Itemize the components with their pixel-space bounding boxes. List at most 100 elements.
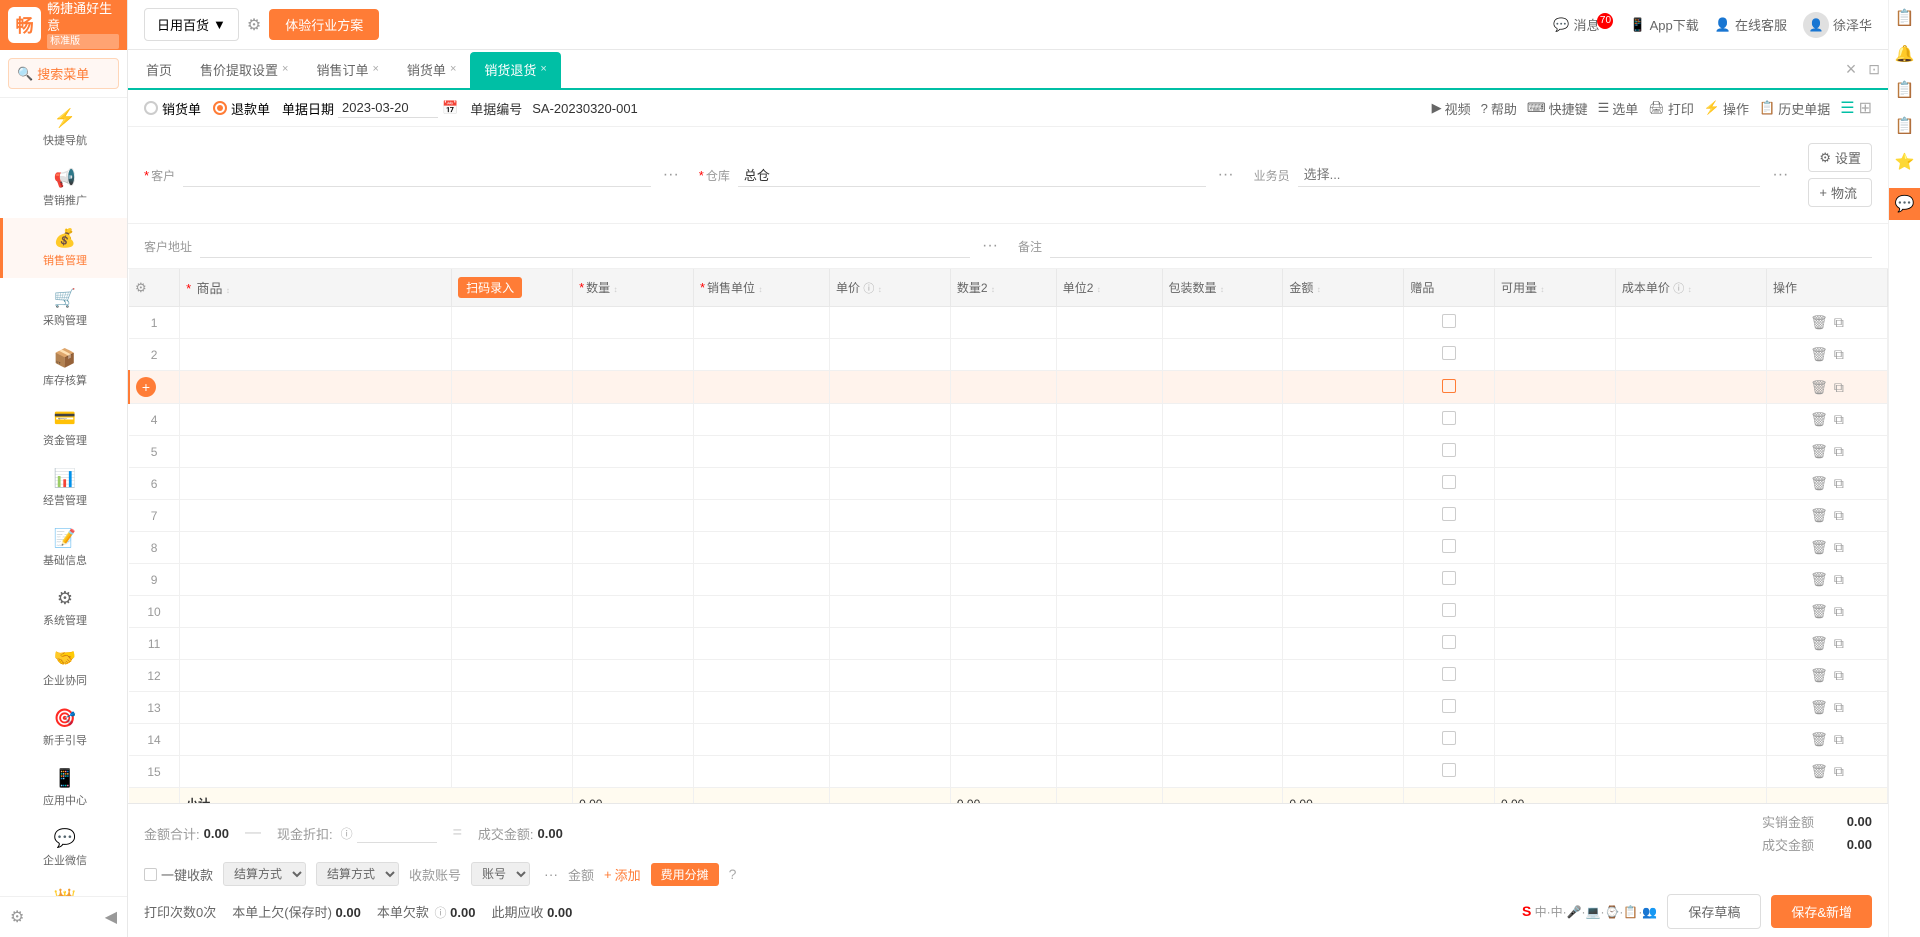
message-button[interactable]: 💬 消息 70 [1553, 15, 1613, 34]
copy-row-icon[interactable]: ⧉ [1834, 475, 1844, 492]
fee-help-icon[interactable]: ? [729, 866, 737, 882]
sidebar-item-guide[interactable]: 🎯 新手引导 [0, 698, 127, 758]
right-panel-icon-2[interactable]: 🔔 [1895, 44, 1915, 64]
settings-bottom-icon[interactable]: ⚙ [10, 907, 24, 927]
calendar-icon[interactable]: 📅 [442, 100, 458, 116]
radio-sales-goods[interactable]: 销货单 [144, 99, 201, 118]
delete-row-icon[interactable]: 🗑 [1810, 667, 1828, 684]
copy-row-icon[interactable]: ⧉ [1834, 603, 1844, 620]
list-view-icon[interactable]: ☰ [1840, 98, 1854, 118]
shortcut-key-button[interactable]: ⌨ 快捷键 [1527, 99, 1588, 118]
sidebar-item-purchase[interactable]: 🛒 采购管理 [0, 278, 127, 338]
warehouse-ellipsis-btn[interactable]: ··· [1218, 166, 1234, 184]
gift-checkbox[interactable] [1442, 763, 1456, 777]
gift-checkbox[interactable] [1442, 411, 1456, 425]
tab-price-settings[interactable]: 售价提取设置 × [186, 52, 302, 89]
gift-checkbox[interactable] [1442, 731, 1456, 745]
delete-row-icon[interactable]: 🗑 [1810, 603, 1828, 620]
gift-checkbox[interactable] [1442, 699, 1456, 713]
delete-row-icon[interactable]: 🗑 [1810, 731, 1828, 748]
gift-checkbox[interactable] [1442, 475, 1456, 489]
gift-checkbox[interactable] [1442, 667, 1456, 681]
sidebar-item-shortcut[interactable]: ⚡ 快捷导航 [0, 98, 127, 158]
warehouse-input[interactable] [738, 163, 1206, 187]
tab-sales-goods[interactable]: 销货单 × [393, 52, 470, 89]
date-input[interactable] [338, 98, 438, 118]
account-ellipsis-btn[interactable]: ··· [544, 866, 558, 882]
right-panel-icon-4[interactable]: 📋 [1895, 116, 1915, 136]
account-select[interactable]: 账号 [471, 862, 530, 886]
app-download-button[interactable]: 📱 App下载 [1629, 15, 1698, 34]
sidebar-item-cooperation[interactable]: 🤝 企业协同 [0, 638, 127, 698]
tab-sales-order-close[interactable]: × [372, 63, 378, 75]
sidebar-item-sales[interactable]: 💰 销售管理 [0, 218, 127, 278]
delete-row-icon[interactable]: 🗑 [1810, 539, 1828, 556]
select-button[interactable]: ☰ 选单 [1598, 99, 1639, 118]
copy-row-icon[interactable]: ⧉ [1834, 667, 1844, 684]
copy-row-icon[interactable]: ⧉ [1834, 346, 1844, 363]
gift-checkbox[interactable] [1442, 603, 1456, 617]
search-menu-button[interactable]: 🔍 搜索菜单 [8, 58, 119, 89]
barcode-input-button[interactable]: 扫码录入 [458, 277, 522, 298]
gift-checkbox[interactable] [1442, 539, 1456, 553]
copy-row-icon[interactable]: ⧉ [1834, 571, 1844, 588]
add-fee-button[interactable]: + 添加 [604, 865, 641, 884]
tab-home[interactable]: 首页 [132, 52, 186, 89]
delete-row-icon[interactable]: 🗑 [1810, 346, 1828, 363]
delete-row-icon[interactable]: 🗑 [1810, 443, 1828, 460]
settlement-method-select[interactable]: 结算方式 [223, 862, 306, 886]
sidebar-item-weixin[interactable]: 💬 企业微信 [0, 818, 127, 878]
tab-sales-order[interactable]: 销售订单 × [302, 52, 392, 89]
sidebar-item-basic[interactable]: 📝 基础信息 [0, 518, 127, 578]
address-ellipsis-btn[interactable]: ··· [982, 237, 998, 255]
gift-checkbox-active[interactable] [1442, 379, 1456, 393]
copy-row-icon[interactable]: ⧉ [1834, 379, 1844, 396]
delete-row-icon[interactable]: 🗑 [1810, 635, 1828, 652]
salesperson-input[interactable] [1298, 163, 1761, 187]
sidebar-item-system[interactable]: ⚙ 系统管理 [0, 578, 127, 638]
calculation-method-select[interactable]: 结算方式 [316, 862, 399, 886]
close-all-tabs-icon[interactable]: × [1838, 59, 1865, 80]
copy-row-icon[interactable]: ⧉ [1834, 763, 1844, 780]
operation-button[interactable]: ⚡ 操作 [1704, 99, 1749, 118]
gift-checkbox[interactable] [1442, 635, 1456, 649]
history-button[interactable]: 📋 历史单据 [1759, 99, 1830, 118]
delete-row-icon[interactable]: 🗑 [1810, 763, 1828, 780]
tab-sales-goods-close[interactable]: × [450, 63, 456, 75]
delete-row-icon[interactable]: 🗑 [1810, 507, 1828, 524]
print-button[interactable]: 🖨 打印 [1648, 99, 1694, 118]
delete-row-icon[interactable]: 🗑 [1810, 475, 1828, 492]
delete-row-icon[interactable]: 🗑 [1810, 699, 1828, 716]
product-input-active[interactable] [186, 380, 445, 394]
gift-checkbox[interactable] [1442, 314, 1456, 328]
copy-row-icon[interactable]: ⧉ [1834, 731, 1844, 748]
sidebar-item-finance[interactable]: 💳 资金管理 [0, 398, 127, 458]
right-panel-icon-1[interactable]: 📋 [1895, 8, 1915, 28]
user-profile[interactable]: 👤 徐泽华 [1803, 12, 1872, 38]
customer-input[interactable] [183, 163, 651, 187]
trial-button[interactable]: 体验行业方案 [269, 9, 379, 40]
copy-row-icon[interactable]: ⧉ [1834, 314, 1844, 331]
delete-row-icon[interactable]: 🗑 [1810, 314, 1828, 331]
right-panel-icon-3[interactable]: 📋 [1895, 80, 1915, 100]
delete-row-icon[interactable]: 🗑 [1810, 571, 1828, 588]
gift-checkbox[interactable] [1442, 443, 1456, 457]
video-help-button[interactable]: ▶ 视频 [1432, 99, 1471, 118]
gift-checkbox[interactable] [1442, 346, 1456, 360]
one-click-pay-option[interactable]: 一键收款 [144, 865, 213, 884]
address-input[interactable] [200, 234, 970, 258]
copy-row-icon[interactable]: ⧉ [1834, 699, 1844, 716]
customer-ellipsis-btn[interactable]: ··· [663, 166, 679, 184]
copy-row-icon[interactable]: ⧉ [1834, 539, 1844, 556]
remarks-input[interactable] [1050, 234, 1872, 258]
one-click-pay-checkbox[interactable] [144, 868, 157, 881]
tab-sales-return[interactable]: 销货退货 × [470, 52, 560, 89]
product-cell[interactable] [180, 307, 452, 339]
sidebar-item-appstore[interactable]: 📱 应用中心 [0, 758, 127, 818]
salesperson-ellipsis-btn[interactable]: ··· [1772, 166, 1788, 184]
collapse-sidebar-icon[interactable]: ◀ [105, 907, 117, 927]
help-button[interactable]: ? 帮助 [1481, 99, 1517, 118]
gift-checkbox[interactable] [1442, 571, 1456, 585]
sidebar-item-marketing[interactable]: 📢 营销推广 [0, 158, 127, 218]
column-settings-icon[interactable]: ⚙ [135, 280, 147, 295]
